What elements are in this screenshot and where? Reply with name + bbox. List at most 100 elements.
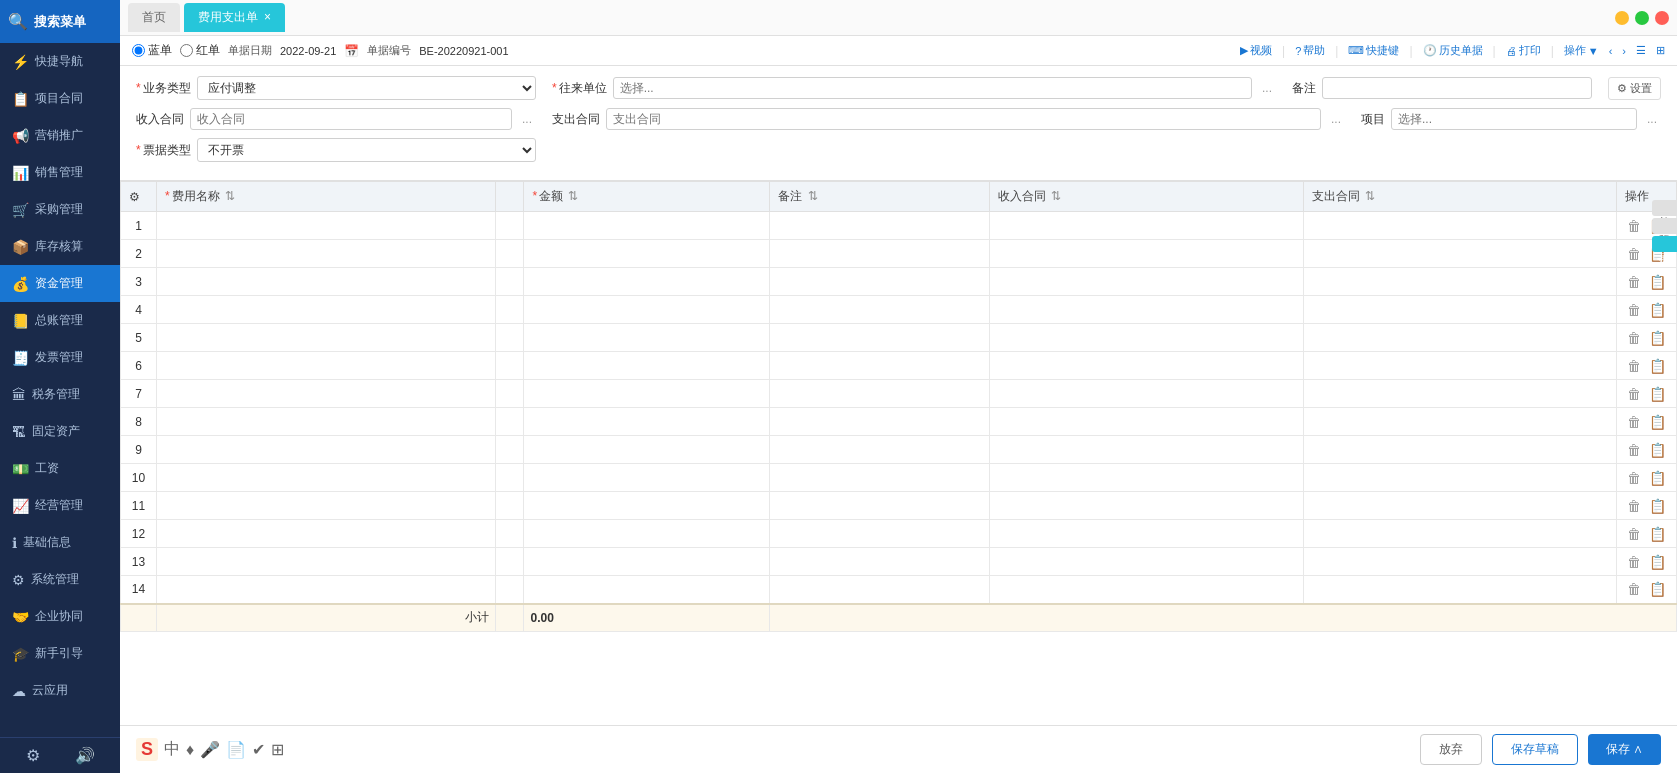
delete-icon[interactable]: 🗑	[1627, 442, 1641, 458]
expense-name-cell[interactable]	[157, 576, 496, 604]
expense-name-cell[interactable]	[157, 268, 496, 296]
income-contract-cell[interactable]	[990, 548, 1303, 576]
delete-icon[interactable]: 🗑	[1627, 302, 1641, 318]
copy-icon[interactable]: 📋	[1649, 274, 1666, 290]
delete-icon[interactable]: 🗑	[1627, 274, 1641, 290]
save-draft-button[interactable]: 保存草稿	[1492, 734, 1578, 765]
radio-blue[interactable]: 蓝单	[132, 42, 172, 59]
amount-cell[interactable]	[524, 296, 770, 324]
expense-contract-cell[interactable]	[1303, 296, 1616, 324]
income-contract-cell[interactable]	[990, 436, 1303, 464]
sidebar-item-capital[interactable]: 💰资金管理	[0, 265, 120, 302]
amount-cell[interactable]	[524, 492, 770, 520]
nav-prev-btn[interactable]: ‹	[1609, 45, 1613, 57]
project-input[interactable]	[1391, 108, 1637, 130]
income-contract-cell[interactable]	[990, 268, 1303, 296]
amount-cell[interactable]	[524, 380, 770, 408]
biz-type-select[interactable]: 应付调整	[197, 76, 536, 100]
sidebar-item-fixed-assets[interactable]: 🏗固定资产	[0, 413, 120, 450]
radio-red[interactable]: 红单	[180, 42, 220, 59]
copy-icon[interactable]: 📋	[1649, 470, 1666, 486]
expense-contract-cell[interactable]	[1303, 324, 1616, 352]
help-btn[interactable]: ? 帮助	[1295, 43, 1325, 58]
expense-contract-input[interactable]	[606, 108, 1321, 130]
expense-contract-cell[interactable]	[1303, 352, 1616, 380]
video-btn[interactable]: ▶ 视频	[1240, 43, 1272, 58]
income-contract-dots[interactable]: ...	[518, 112, 536, 126]
expense-contract-dots[interactable]: ...	[1327, 112, 1345, 126]
income-contract-cell[interactable]	[990, 212, 1303, 240]
logo-doc[interactable]: 📄	[226, 740, 246, 759]
grid-view-btn[interactable]: ⊞	[1656, 44, 1665, 57]
expense-name-cell[interactable]	[157, 212, 496, 240]
copy-icon[interactable]: 📋	[1649, 302, 1666, 318]
income-contract-cell[interactable]	[990, 492, 1303, 520]
copy-icon[interactable]: 📋	[1649, 414, 1666, 430]
amount-cell[interactable]	[524, 324, 770, 352]
remark-cell[interactable]	[770, 576, 990, 604]
remark-cell[interactable]	[770, 492, 990, 520]
sidebar-item-inventory[interactable]: 📦库存核算	[0, 228, 120, 265]
remark-cell[interactable]	[770, 436, 990, 464]
sidebar-item-project-contract[interactable]: 📋项目合同	[0, 80, 120, 117]
counterpart-input[interactable]	[613, 77, 1252, 99]
amount-cell[interactable]	[524, 548, 770, 576]
income-contract-cell[interactable]	[990, 576, 1303, 604]
side-attach-btn[interactable]: 附件	[1652, 218, 1677, 234]
copy-icon[interactable]: 📋	[1649, 554, 1666, 570]
copy-icon[interactable]: 📋	[1649, 442, 1666, 458]
remark-cell[interactable]	[770, 240, 990, 268]
sidebar-item-tax[interactable]: 🏛税务管理	[0, 376, 120, 413]
income-contract-cell[interactable]	[990, 296, 1303, 324]
amount-cell[interactable]	[524, 436, 770, 464]
sidebar-item-cloud-apps[interactable]: ☁云应用	[0, 672, 120, 709]
remark-cell[interactable]	[770, 520, 990, 548]
sidebar-item-quick-nav[interactable]: ⚡快捷导航	[0, 43, 120, 80]
print-btn[interactable]: 🖨 打印	[1506, 43, 1541, 58]
shortcut-btn[interactable]: ⌨ 快捷键	[1348, 43, 1399, 58]
amount-cell[interactable]	[524, 576, 770, 604]
copy-icon[interactable]: 📋	[1649, 358, 1666, 374]
remark-cell[interactable]	[770, 296, 990, 324]
expense-contract-cell[interactable]	[1303, 548, 1616, 576]
tab-close-icon[interactable]: ×	[264, 10, 271, 24]
delete-icon[interactable]: 🗑	[1627, 414, 1641, 430]
delete-icon[interactable]: 🗑	[1627, 554, 1641, 570]
maximize-button[interactable]	[1635, 11, 1649, 25]
amount-cell[interactable]	[524, 352, 770, 380]
logo-grid[interactable]: ⊞	[271, 740, 284, 759]
delete-icon[interactable]: 🗑	[1627, 526, 1641, 542]
amount-cell[interactable]	[524, 520, 770, 548]
sidebar-item-ledger[interactable]: 📒总账管理	[0, 302, 120, 339]
project-dots[interactable]: ...	[1643, 112, 1661, 126]
remark-input[interactable]	[1322, 77, 1592, 99]
expense-name-cell[interactable]	[157, 296, 496, 324]
close-button[interactable]	[1655, 11, 1669, 25]
delete-icon[interactable]: 🗑	[1627, 581, 1641, 597]
amount-cell[interactable]	[524, 464, 770, 492]
remark-cell[interactable]	[770, 548, 990, 576]
save-button[interactable]: 保存 ∧	[1588, 734, 1661, 765]
delete-icon[interactable]: 🗑	[1627, 246, 1641, 262]
expense-contract-cell[interactable]	[1303, 408, 1616, 436]
expense-contract-cell[interactable]	[1303, 492, 1616, 520]
logo-zhong[interactable]: 中	[164, 739, 180, 760]
list-view-btn[interactable]: ☰	[1636, 44, 1646, 57]
invoice-type-select[interactable]: 不开票	[197, 138, 536, 162]
remark-cell[interactable]	[770, 380, 990, 408]
expense-name-cell[interactable]	[157, 240, 496, 268]
income-contract-cell[interactable]	[990, 240, 1303, 268]
sidebar-item-operations[interactable]: 📈经营管理	[0, 487, 120, 524]
expense-name-cell[interactable]	[157, 324, 496, 352]
expense-name-cell[interactable]	[157, 408, 496, 436]
delete-icon[interactable]: 🗑	[1627, 218, 1641, 234]
copy-icon[interactable]: 📋	[1649, 330, 1666, 346]
minimize-button[interactable]	[1615, 11, 1629, 25]
expense-name-cell[interactable]	[157, 380, 496, 408]
delete-icon[interactable]: 🗑	[1627, 358, 1641, 374]
sidebar-item-purchase[interactable]: 🛒采购管理	[0, 191, 120, 228]
expense-contract-cell[interactable]	[1303, 576, 1616, 604]
logo-check[interactable]: ✔	[252, 740, 265, 759]
action-btn[interactable]: 操作 ▼	[1564, 43, 1599, 58]
expense-name-cell[interactable]	[157, 548, 496, 576]
